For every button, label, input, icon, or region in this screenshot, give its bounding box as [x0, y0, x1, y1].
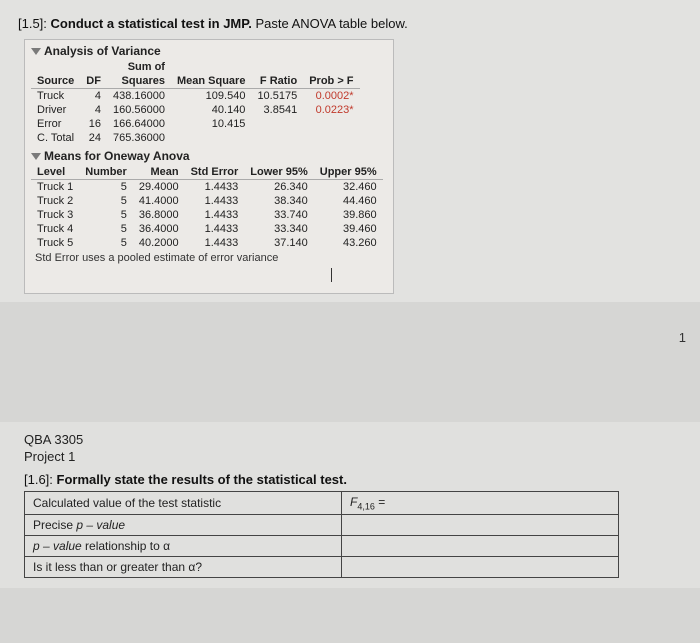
- anova-title: Analysis of Variance: [31, 44, 383, 58]
- table-row: Truck 2541.40001.443338.34044.460: [31, 194, 383, 208]
- text-cursor: [331, 268, 332, 282]
- row-less-greater: Is it less than or greater than α?: [25, 557, 342, 578]
- triangle-icon: [31, 48, 41, 55]
- question-1-6: [1.6]: Formally state the results of the…: [24, 472, 682, 487]
- means-table: Level Number Mean Std Error Lower 95% Up…: [31, 165, 383, 250]
- table-row: C. Total24765.36000: [31, 131, 360, 145]
- table-row: Driver4160.5600040.1403.85410.0223*: [31, 103, 360, 117]
- project-label: Project 1: [24, 449, 682, 464]
- page-number: 1: [679, 330, 686, 345]
- row-less-greater-value: [342, 557, 619, 578]
- jmp-output: Analysis of Variance Source DF Sum of Me…: [24, 39, 394, 294]
- anova-table: Source DF Sum of Mean Square F Ratio Pro…: [31, 60, 360, 145]
- table-row: Truck 5540.20001.443337.14043.260: [31, 236, 383, 250]
- table-row: Truck4438.16000109.54010.51750.0002*: [31, 89, 360, 104]
- answer-table: Calculated value of the test statistic F…: [24, 491, 619, 578]
- row-p-alpha: p – value relationship to α: [25, 536, 342, 557]
- row-p-value: Precise p – value: [25, 515, 342, 536]
- means-title: Means for Oneway Anova: [31, 149, 383, 163]
- row-test-statistic: Calculated value of the test statistic: [25, 492, 342, 515]
- course-code: QBA 3305: [24, 432, 682, 447]
- means-footnote: Std Error uses a pooled estimate of erro…: [31, 252, 383, 264]
- question-1-5: [1.5]: Conduct a statistical test in JMP…: [18, 16, 682, 31]
- row-p-alpha-value: [342, 536, 619, 557]
- row-test-statistic-value: F4,16 =: [342, 492, 619, 515]
- triangle-icon: [31, 153, 41, 160]
- row-p-value-value: [342, 515, 619, 536]
- table-row: Truck 4536.40001.443333.34039.460: [31, 222, 383, 236]
- table-row: Truck 1529.40001.443326.34032.460: [31, 180, 383, 195]
- table-row: Error16166.6400010.415: [31, 117, 360, 131]
- table-row: Truck 3536.80001.443333.74039.860: [31, 208, 383, 222]
